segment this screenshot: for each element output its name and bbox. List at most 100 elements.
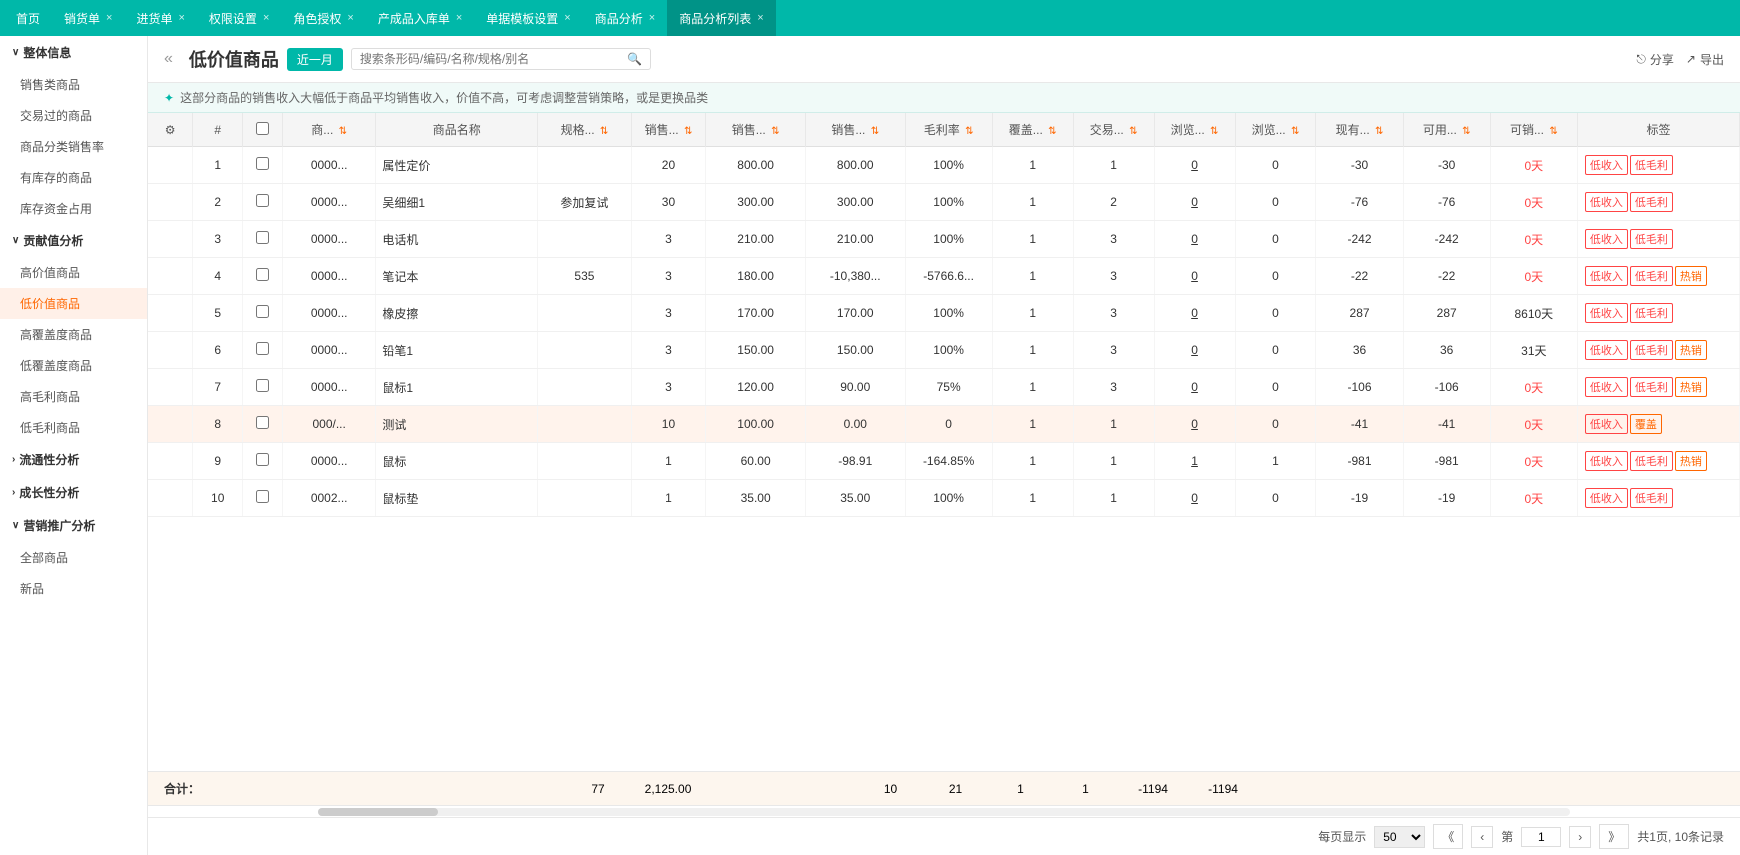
- row-check[interactable]: [243, 480, 283, 517]
- select-all-checkbox[interactable]: [256, 122, 269, 135]
- view-link[interactable]: 0: [1191, 491, 1198, 505]
- sidebar-group-contribution[interactable]: ∨ 贡献值分析: [0, 224, 147, 257]
- scrollbar-thumb[interactable]: [318, 808, 438, 816]
- horizontal-scrollbar[interactable]: [148, 805, 1740, 817]
- sidebar-item-high-coverage[interactable]: 高覆盖度商品: [0, 319, 147, 350]
- row-check[interactable]: [243, 332, 283, 369]
- view-link[interactable]: 0: [1191, 232, 1198, 246]
- nav-close-icon[interactable]: ×: [263, 12, 269, 24]
- view-link[interactable]: 0: [1191, 158, 1198, 172]
- sidebar-item-low-margin[interactable]: 低毛利商品: [0, 412, 147, 443]
- nav-close-icon[interactable]: ×: [757, 12, 763, 24]
- nav-close-icon[interactable]: ×: [178, 12, 184, 24]
- column-current-stock[interactable]: 现有... ⇅: [1316, 113, 1403, 147]
- row-check[interactable]: [243, 443, 283, 480]
- sidebar-item-new-products[interactable]: 新品: [0, 573, 147, 604]
- view-link[interactable]: 0: [1191, 269, 1198, 283]
- row-check[interactable]: [243, 221, 283, 258]
- column-coverage[interactable]: 覆盖... ⇅: [992, 113, 1073, 147]
- nav-role-auth[interactable]: 角色授权 ×: [281, 0, 365, 36]
- view-link[interactable]: 0: [1191, 306, 1198, 320]
- nav-close-icon[interactable]: ×: [347, 12, 353, 24]
- nav-close-icon[interactable]: ×: [456, 12, 462, 24]
- sidebar-group-marketing[interactable]: ∨ 营销推广分析: [0, 509, 147, 542]
- column-gear[interactable]: ⚙: [148, 113, 193, 147]
- row-checkbox[interactable]: [256, 231, 269, 244]
- sidebar-item-stock-products[interactable]: 有库存的商品: [0, 162, 147, 193]
- row-checkbox[interactable]: [256, 342, 269, 355]
- period-button[interactable]: 近一月: [287, 48, 343, 71]
- sidebar-item-category-sales-rate[interactable]: 商品分类销售率: [0, 131, 147, 162]
- nav-sales-order[interactable]: 销货单 ×: [52, 0, 124, 36]
- row-check[interactable]: [243, 147, 283, 184]
- next-page-button[interactable]: ›: [1569, 826, 1591, 848]
- view-link[interactable]: 0: [1191, 195, 1198, 209]
- sidebar-group-circulation[interactable]: › 流通性分析: [0, 443, 147, 476]
- column-checkbox[interactable]: [243, 113, 283, 147]
- row-checkbox[interactable]: [256, 416, 269, 429]
- row-check[interactable]: [243, 369, 283, 406]
- share-button[interactable]: ⎋ 分享: [1636, 51, 1674, 68]
- column-view2[interactable]: 浏览... ⇅: [1235, 113, 1316, 147]
- last-page-button[interactable]: 》: [1599, 824, 1629, 849]
- row-checkbox[interactable]: [256, 157, 269, 170]
- nav-close-icon[interactable]: ×: [649, 12, 655, 24]
- column-sales-amount[interactable]: 销售... ⇅: [706, 113, 806, 147]
- row-check[interactable]: [243, 258, 283, 295]
- column-sales-qty[interactable]: 销售... ⇅: [631, 113, 706, 147]
- column-margin-rate[interactable]: 毛利率 ⇅: [905, 113, 992, 147]
- view-link[interactable]: 1: [1191, 454, 1198, 468]
- sidebar-group-growth[interactable]: › 成长性分析: [0, 476, 147, 509]
- sidebar-collapse-button[interactable]: «: [164, 50, 173, 68]
- row-checkbox[interactable]: [256, 194, 269, 207]
- column-code[interactable]: 商... ⇅: [282, 113, 375, 147]
- row-view1[interactable]: 0: [1154, 332, 1235, 369]
- row-checkbox[interactable]: [256, 268, 269, 281]
- sidebar-item-stock-capital[interactable]: 库存资金占用: [0, 193, 147, 224]
- per-page-select[interactable]: 50 100 200: [1374, 826, 1425, 848]
- column-sellable[interactable]: 可销... ⇅: [1490, 113, 1577, 147]
- column-view1[interactable]: 浏览... ⇅: [1154, 113, 1235, 147]
- column-sales-unit[interactable]: 销售... ⇅: [805, 113, 905, 147]
- nav-permissions[interactable]: 权限设置 ×: [197, 0, 281, 36]
- sidebar-item-traded-products[interactable]: 交易过的商品: [0, 100, 147, 131]
- sidebar-item-high-value[interactable]: 高价值商品: [0, 257, 147, 288]
- row-check[interactable]: [243, 295, 283, 332]
- row-checkbox[interactable]: [256, 453, 269, 466]
- row-check[interactable]: [243, 184, 283, 221]
- row-view1[interactable]: 0: [1154, 221, 1235, 258]
- column-available[interactable]: 可用... ⇅: [1403, 113, 1490, 147]
- page-input[interactable]: [1521, 827, 1561, 847]
- sidebar-item-all-products[interactable]: 全部商品: [0, 542, 147, 573]
- nav-production[interactable]: 产成品入库单 ×: [366, 0, 474, 36]
- sidebar-item-high-margin[interactable]: 高毛利商品: [0, 381, 147, 412]
- nav-product-analysis-list[interactable]: 商品分析列表 ×: [667, 0, 775, 36]
- view-link[interactable]: 0: [1191, 417, 1198, 431]
- column-spec[interactable]: 规格... ⇅: [538, 113, 631, 147]
- row-view1[interactable]: 0: [1154, 369, 1235, 406]
- row-checkbox[interactable]: [256, 490, 269, 503]
- row-view1[interactable]: 1: [1154, 443, 1235, 480]
- nav-template[interactable]: 单据模板设置 ×: [474, 0, 582, 36]
- first-page-button[interactable]: 《: [1433, 824, 1463, 849]
- row-view1[interactable]: 0: [1154, 147, 1235, 184]
- row-view1[interactable]: 0: [1154, 258, 1235, 295]
- view-link[interactable]: 0: [1191, 380, 1198, 394]
- nav-product-analysis[interactable]: 商品分析 ×: [583, 0, 667, 36]
- nav-home[interactable]: 首页: [4, 0, 52, 36]
- view-link[interactable]: 0: [1191, 343, 1198, 357]
- row-view1[interactable]: 0: [1154, 406, 1235, 443]
- sidebar-item-low-value[interactable]: 低价值商品: [0, 288, 147, 319]
- column-trade[interactable]: 交易... ⇅: [1073, 113, 1154, 147]
- export-button[interactable]: ↗ 导出: [1686, 51, 1724, 68]
- row-checkbox[interactable]: [256, 305, 269, 318]
- nav-close-icon[interactable]: ×: [106, 12, 112, 24]
- sidebar-item-sales-products[interactable]: 销售类商品: [0, 69, 147, 100]
- nav-purchase-order[interactable]: 进货单 ×: [124, 0, 196, 36]
- search-icon[interactable]: 🔍: [627, 52, 642, 66]
- nav-close-icon[interactable]: ×: [564, 12, 570, 24]
- row-check[interactable]: [243, 406, 283, 443]
- prev-page-button[interactable]: ‹: [1471, 826, 1493, 848]
- search-input[interactable]: [360, 52, 627, 66]
- row-checkbox[interactable]: [256, 379, 269, 392]
